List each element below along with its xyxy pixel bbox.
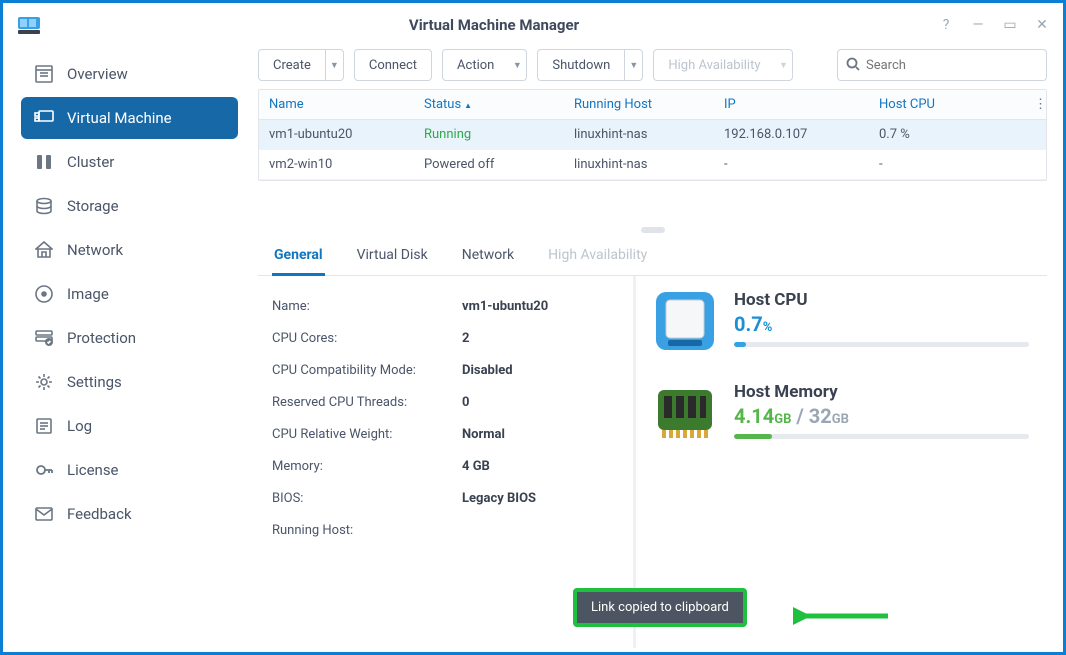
feedback-icon [33,507,55,521]
col-running-host[interactable]: Running Host [564,97,714,112]
tab-high-availability: High Availability [546,237,649,276]
sidebar-item-storage[interactable]: Storage [21,185,238,227]
window-title: Virtual Machine Manager [49,16,939,34]
sidebar-item-license[interactable]: License [21,449,238,491]
sidebar-item-label: Log [67,417,92,435]
sidebar-item-label: Storage [67,197,119,215]
host-cpu-stat: Host CPU 0.7% [654,290,1029,352]
sidebar-item-label: License [67,461,119,479]
sidebar-item-label: Network [67,241,123,259]
sidebar-item-feedback[interactable]: Feedback [21,493,238,535]
chevron-down-icon[interactable]: ▼ [325,50,343,80]
search-input[interactable] [837,49,1047,81]
table-row[interactable]: vm2-win10 Powered off linuxhint-nas - - [259,150,1046,180]
table-row[interactable]: vm1-ubuntu20 Running linuxhint-nas 192.1… [259,120,1046,150]
license-icon [33,461,55,479]
sidebar-item-overview[interactable]: Overview [21,53,238,95]
tab-virtual-disk[interactable]: Virtual Disk [355,237,430,276]
log-icon [33,417,55,435]
toolbar: Create▼ Connect Action▼ Shutdown▼ High A… [258,49,1047,81]
tab-general[interactable]: General [272,237,325,276]
chevron-down-icon[interactable]: ▼ [624,50,642,80]
cluster-icon [33,153,55,171]
annotation-arrow-icon [793,601,893,635]
host-memory-stat: Host Memory 4.14GB / 32GB [654,382,1029,444]
sidebar-item-label: Feedback [67,505,132,523]
shutdown-button[interactable]: Shutdown▼ [537,49,643,81]
sidebar-item-network[interactable]: Network [21,229,238,271]
tab-network[interactable]: Network [460,237,516,276]
sidebar-item-label: Settings [67,373,122,391]
sidebar: Overview Virtual Machine Cluster Storage… [7,43,252,648]
create-button[interactable]: Create▼ [258,49,344,81]
col-ip[interactable]: IP [714,97,869,112]
connect-button[interactable]: Connect [354,49,432,81]
more-columns-icon[interactable]: ⋮ [1024,97,1046,112]
col-host-cpu[interactable]: Host CPU [869,97,1024,112]
sort-asc-icon: ▲ [464,101,472,110]
action-button[interactable]: Action▼ [442,49,527,81]
col-status[interactable]: Status▲ [414,97,564,112]
detail-tabs: General Virtual Disk Network High Availa… [258,237,1047,276]
sidebar-item-label: Cluster [67,153,114,171]
sidebar-item-cluster[interactable]: Cluster [21,141,238,183]
minimize-icon[interactable]: — [971,17,985,33]
sidebar-item-label: Virtual Machine [67,109,172,127]
chevron-down-icon: ▼ [774,50,792,80]
help-icon[interactable]: ? [939,17,953,33]
resize-grip-icon[interactable] [641,227,665,233]
cpu-icon [654,290,716,352]
sidebar-item-log[interactable]: Log [21,405,238,447]
chevron-down-icon: ▼ [508,50,526,80]
sidebar-item-image[interactable]: Image [21,273,238,315]
vm-table: Name Status▲ Running Host IP Host CPU ⋮ … [258,89,1047,181]
vm-icon [33,110,55,126]
network-icon [33,241,55,259]
protection-icon [33,329,55,347]
memory-icon [654,382,716,444]
storage-icon [33,197,55,215]
high-availability-button: High Availability▼ [653,49,793,81]
app-icon [17,15,41,35]
sidebar-item-settings[interactable]: Settings [21,361,238,403]
sidebar-item-label: Image [67,285,109,303]
sidebar-item-label: Protection [67,329,136,347]
sidebar-item-label: Overview [67,65,128,83]
overview-icon [33,65,55,83]
col-name[interactable]: Name [259,97,414,112]
settings-icon [33,373,55,391]
search-icon [846,56,860,75]
maximize-icon[interactable]: ▭ [1003,17,1017,33]
general-properties: Name:vm1-ubuntu20 CPU Cores:2 CPU Compat… [258,276,636,648]
sidebar-item-virtual-machine[interactable]: Virtual Machine [21,97,238,139]
sidebar-item-protection[interactable]: Protection [21,317,238,359]
close-icon[interactable]: ✕ [1035,17,1049,33]
image-icon [33,285,55,303]
